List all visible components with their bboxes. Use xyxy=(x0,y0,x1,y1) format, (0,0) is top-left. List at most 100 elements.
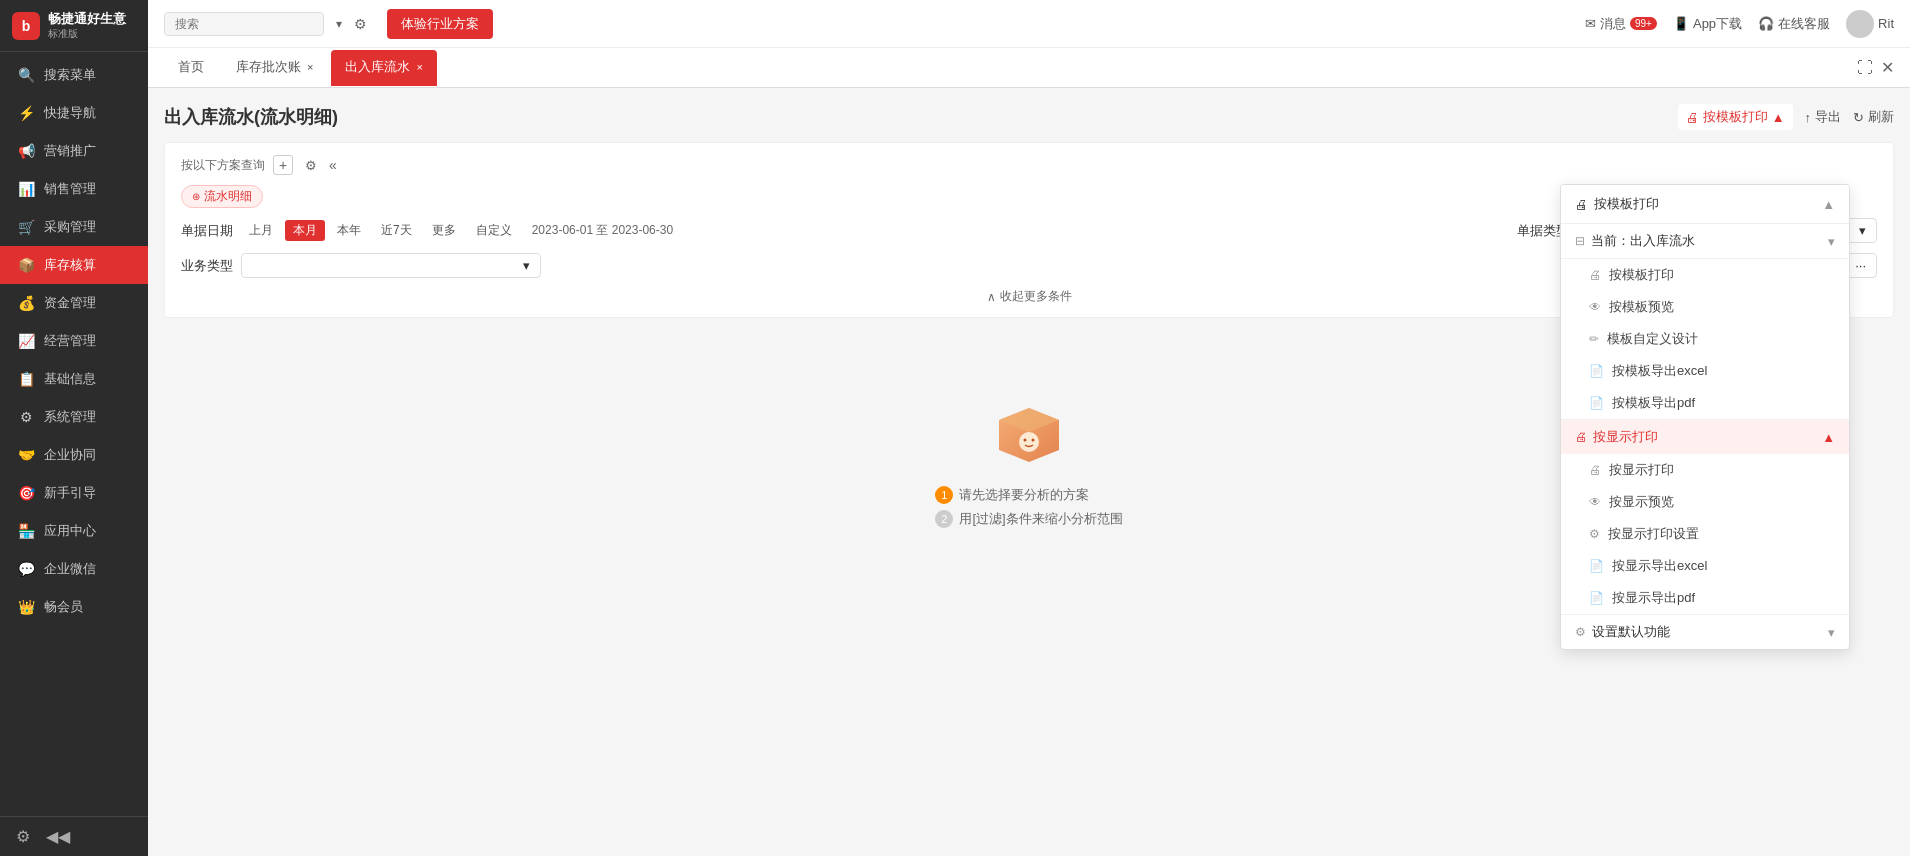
message-icon: ✉ xyxy=(1585,16,1596,31)
display-print-icon: 🖨 xyxy=(1589,463,1601,477)
dropdown-display-excel-item[interactable]: 📄 按显示导出excel xyxy=(1561,550,1849,582)
search-chevron-icon[interactable]: ▾ xyxy=(336,17,342,31)
date-tab-more[interactable]: 更多 xyxy=(424,220,464,241)
sales-icon: 📊 xyxy=(16,181,36,197)
filter-add-btn[interactable]: + xyxy=(273,155,293,175)
date-tab-custom[interactable]: 自定义 xyxy=(468,220,520,241)
sidebar-item-sales[interactable]: 📊 销售管理 xyxy=(0,170,148,208)
dropdown-title: 🖨 按模板打印 xyxy=(1575,195,1659,213)
current-chevron-icon: ▾ xyxy=(1828,234,1835,249)
tab-close-all-icon[interactable]: ✕ xyxy=(1881,58,1894,77)
export-icon: ↑ xyxy=(1805,110,1812,125)
industry-btn[interactable]: 体验行业方案 xyxy=(387,9,493,39)
empty-illustration xyxy=(989,390,1069,470)
filter-biz-type-field: 业务类型 ▾ xyxy=(181,253,541,278)
content-area: 出入库流水(流水明细) 🖨 按模板打印 ▲ ↑ 导出 ↻ 刷新 xyxy=(148,88,1910,856)
dropdown-current-header[interactable]: ⊟ 当前：出入库流水 ▾ xyxy=(1561,224,1849,258)
dropdown-display-section: 🖨 按显示打印 ▲ 🖨 按显示打印 👁 按显示预览 ⚙ 按显示打印设置 xyxy=(1561,420,1849,615)
dropdown-display-settings-item[interactable]: ⚙ 按显示打印设置 xyxy=(1561,518,1849,550)
sidebar-item-operation[interactable]: 📈 经营管理 xyxy=(0,322,148,360)
search-icon: 🔍 xyxy=(16,67,36,83)
hint-item-1: 1 请先选择要分析的方案 xyxy=(935,486,1122,504)
dropdown-template-excel-item[interactable]: 📄 按模板导出excel xyxy=(1561,355,1849,387)
user-avatar[interactable]: Rit xyxy=(1846,10,1894,38)
sidebar-item-marketing[interactable]: 📢 营销推广 xyxy=(0,132,148,170)
dropdown-template-print-item[interactable]: 🖨 按模板打印 xyxy=(1561,259,1849,291)
wechat-icon: 💬 xyxy=(16,561,36,577)
customer-service-btn[interactable]: 🎧 在线客服 xyxy=(1758,15,1830,33)
topbar-right: ✉ 消息 99+ 📱 App下载 🎧 在线客服 Rit xyxy=(1585,10,1894,38)
dropdown-template-section: 🖨 按模板打印 👁 按模板预览 ✏ 模板自定义设计 📄 按模板导出excel 📄 xyxy=(1561,259,1849,420)
tab-flow[interactable]: 出入库流水 × xyxy=(331,50,436,86)
dropdown-display-pdf-item[interactable]: 📄 按显示导出pdf xyxy=(1561,582,1849,614)
sidebar-item-basic[interactable]: 📋 基础信息 xyxy=(0,360,148,398)
sidebar-item-system[interactable]: ⚙ 系统管理 xyxy=(0,398,148,436)
dropdown-close-icon[interactable]: ▲ xyxy=(1822,197,1835,212)
page-title: 出入库流水(流水明细) xyxy=(164,105,338,129)
dropdown-template-pdf-item[interactable]: 📄 按模板导出pdf xyxy=(1561,387,1849,419)
sidebar-item-purchase[interactable]: 🛒 采购管理 xyxy=(0,208,148,246)
dropdown-current-section: ⊟ 当前：出入库流水 ▾ xyxy=(1561,224,1849,259)
tab-batch-close-icon[interactable]: × xyxy=(307,61,313,73)
current-icon: ⊟ xyxy=(1575,234,1585,248)
topbar-gear-icon[interactable]: ⚙ xyxy=(354,16,367,32)
filter-collapse-arrow-btn[interactable]: « xyxy=(329,157,337,173)
collab-icon: 🤝 xyxy=(16,447,36,463)
tab-expand-icon[interactable]: ⛶ xyxy=(1857,59,1873,77)
dropdown-display-preview-item[interactable]: 👁 按显示预览 xyxy=(1561,486,1849,518)
tab-batch[interactable]: 库存批次账 × xyxy=(222,50,327,86)
date-tab-this-month[interactable]: 本月 xyxy=(285,220,325,241)
default-settings-icon: ⚙ xyxy=(1575,625,1586,639)
dropdown-template-preview-item[interactable]: 👁 按模板预览 xyxy=(1561,291,1849,323)
date-tab-this-year[interactable]: 本年 xyxy=(329,220,369,241)
sidebar-item-appstore[interactable]: 🏪 应用中心 xyxy=(0,512,148,550)
sidebar-item-collab[interactable]: 🤝 企业协同 xyxy=(0,436,148,474)
filter-date-tabs: 上月 本月 本年 近7天 更多 自定义 xyxy=(241,220,520,241)
display-preview-icon: 👁 xyxy=(1589,495,1601,509)
display-section-icon: 🖨 xyxy=(1575,430,1587,444)
biz-type-select[interactable]: ▾ xyxy=(241,253,541,278)
filter-date-field: 单据日期 上月 本月 本年 近7天 更多 自定义 2023-06-01 至 20… xyxy=(181,220,673,241)
footer-chevron-icon: ▾ xyxy=(1828,625,1835,640)
dropdown-footer[interactable]: ⚙ 设置默认功能 ▾ xyxy=(1561,615,1849,649)
template-print-icon: 🖨 xyxy=(1589,268,1601,282)
sidebar-item-finance[interactable]: 💰 资金管理 xyxy=(0,284,148,322)
template-design-icon: ✏ xyxy=(1589,332,1599,346)
headset-icon: 🎧 xyxy=(1758,16,1774,31)
dropdown-template-design-item[interactable]: ✏ 模板自定义设计 xyxy=(1561,323,1849,355)
sidebar-item-guide[interactable]: 🎯 新手引导 xyxy=(0,474,148,512)
tab-flow-close-icon[interactable]: × xyxy=(416,61,422,73)
template-print-btn[interactable]: 🖨 按模板打印 ▲ xyxy=(1678,104,1793,130)
refresh-btn[interactable]: ↻ 刷新 xyxy=(1853,108,1894,126)
message-btn[interactable]: ✉ 消息 99+ xyxy=(1585,15,1657,33)
date-tab-last-month[interactable]: 上月 xyxy=(241,220,281,241)
hint-num-2: 2 xyxy=(935,510,953,528)
filter-gear-btn[interactable]: ⚙ xyxy=(301,155,321,175)
filter-tag-water[interactable]: ⊛ 流水明细 xyxy=(181,185,263,208)
dropdown-display-print-item[interactable]: 🖨 按显示打印 xyxy=(1561,454,1849,486)
sidebar-item-vip[interactable]: 👑 畅会员 xyxy=(0,588,148,626)
collapse-sidebar-icon[interactable]: ◀◀ xyxy=(46,827,70,846)
settings-icon[interactable]: ⚙ xyxy=(16,827,30,846)
inventory-icon: 📦 xyxy=(16,257,36,273)
quick-icon: ⚡ xyxy=(16,105,36,121)
tab-home[interactable]: 首页 xyxy=(164,50,218,86)
operation-icon: 📈 xyxy=(16,333,36,349)
hint-item-2: 2 用[过滤]条件来缩小分析范围 xyxy=(935,510,1122,528)
search-input[interactable] xyxy=(164,12,324,36)
sidebar-item-search[interactable]: 🔍 搜索菜单 xyxy=(0,56,148,94)
app-download-btn[interactable]: 📱 App下载 xyxy=(1673,15,1742,33)
page-actions: 🖨 按模板打印 ▲ ↑ 导出 ↻ 刷新 xyxy=(1678,104,1894,130)
tabbar: 首页 库存批次账 × 出入库流水 × ⛶ ✕ xyxy=(148,48,1910,88)
export-btn[interactable]: ↑ 导出 xyxy=(1805,108,1842,126)
date-tab-7days[interactable]: 近7天 xyxy=(373,220,420,241)
sidebar-item-inventory[interactable]: 📦 库存核算 xyxy=(0,246,148,284)
sidebar-item-quick[interactable]: ⚡ 快捷导航 xyxy=(0,94,148,132)
dropdown-display-section-header[interactable]: 🖨 按显示打印 ▲ xyxy=(1561,420,1849,454)
warehouse-chevron-icon: ··· xyxy=(1855,258,1866,273)
empty-hints: 1 请先选择要分析的方案 2 用[过滤]条件来缩小分析范围 xyxy=(935,486,1122,534)
sidebar-item-wechat[interactable]: 💬 企业微信 xyxy=(0,550,148,588)
page-title-bar: 出入库流水(流水明细) 🖨 按模板打印 ▲ ↑ 导出 ↻ 刷新 xyxy=(164,104,1894,130)
sidebar-footer: ⚙ ◀◀ xyxy=(0,816,148,856)
hint-num-1: 1 xyxy=(935,486,953,504)
